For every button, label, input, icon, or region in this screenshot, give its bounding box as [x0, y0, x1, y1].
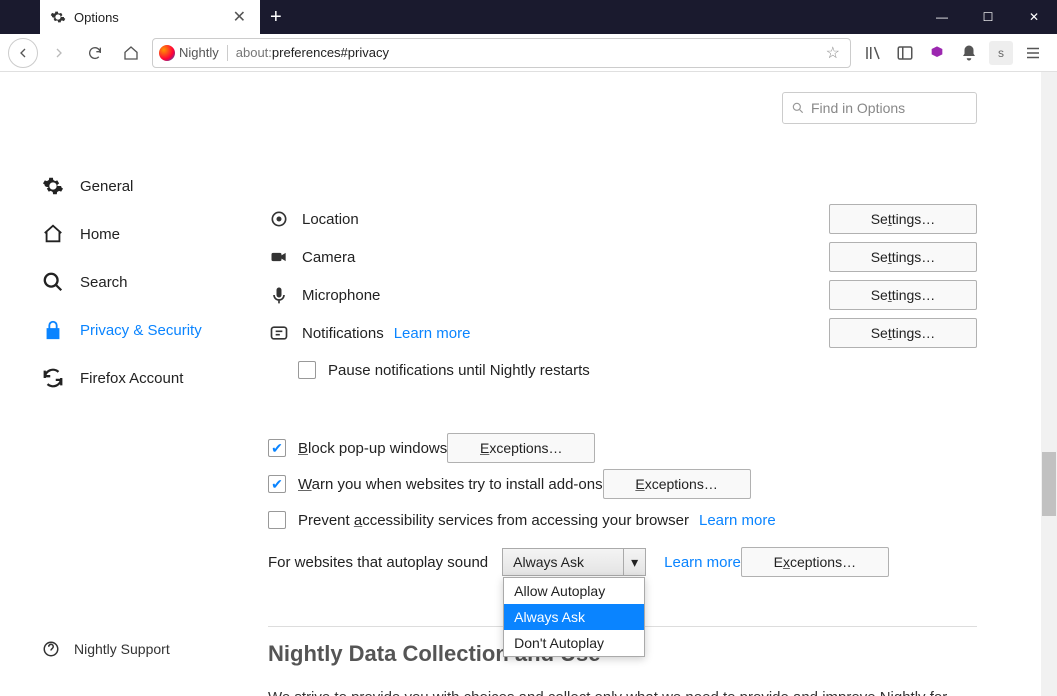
home-icon — [42, 223, 64, 245]
permission-notifications-row: Notifications Learn more Settings… — [268, 314, 977, 352]
url-text: about:preferences#privacy — [236, 45, 822, 60]
notifications-learn-more-link[interactable]: Learn more — [394, 325, 471, 342]
sidebar-item-home[interactable]: Home — [42, 210, 250, 258]
location-icon — [268, 208, 290, 230]
search-placeholder: Find in Options — [811, 100, 905, 116]
permission-label: Camera — [302, 249, 829, 266]
permission-camera-row: Camera Settings… — [268, 238, 977, 276]
gear-icon — [50, 9, 66, 25]
microphone-icon — [268, 284, 290, 306]
autoplay-dropdown[interactable]: Always Ask ▾ Allow Autoplay Always Ask D… — [502, 548, 646, 576]
checkbox-label: Warn you when websites try to install ad… — [298, 476, 603, 493]
dropdown-option-dont[interactable]: Don't Autoplay — [504, 630, 644, 656]
block-popups-row: ✔ Block pop-up windows Exceptions… — [268, 430, 977, 466]
checkbox-label: Pause notifications until Nightly restar… — [328, 362, 590, 379]
permission-label: Location — [302, 211, 829, 228]
camera-icon — [268, 246, 290, 268]
pause-notifications-checkbox[interactable] — [298, 361, 316, 379]
dropdown-option-allow[interactable]: Allow Autoplay — [504, 578, 644, 604]
url-bar[interactable]: Nightly about:preferences#privacy ☆ — [152, 38, 851, 68]
sidebar-item-search[interactable]: Search — [42, 258, 250, 306]
permission-label: Microphone — [302, 287, 829, 304]
sidebar: General Home Search Privacy & Security F… — [0, 72, 250, 696]
tab-close-button[interactable]: ✕ — [229, 7, 250, 27]
autoplay-label: For websites that autoplay sound — [268, 554, 488, 571]
sidebar-item-general[interactable]: General — [42, 162, 250, 210]
home-button[interactable] — [116, 38, 146, 68]
brand-name: Nightly — [179, 45, 219, 60]
autoplay-dropdown-menu: Allow Autoplay Always Ask Don't Autoplay — [503, 577, 645, 657]
support-label: Nightly Support — [74, 641, 170, 657]
profile-icon[interactable]: s — [989, 41, 1013, 65]
camera-settings-button[interactable]: Settings… — [829, 242, 977, 272]
bookmark-star-icon[interactable]: ☆ — [822, 43, 844, 63]
microphone-settings-button[interactable]: Settings… — [829, 280, 977, 310]
library-icon[interactable] — [861, 41, 885, 65]
notifications-icon — [268, 322, 290, 344]
sidebar-item-label: Search — [80, 274, 128, 291]
search-icon — [42, 271, 64, 293]
permission-location-row: Location Settings… — [268, 200, 977, 238]
reload-button[interactable] — [80, 38, 110, 68]
gear-icon — [42, 175, 64, 197]
dropdown-option-ask[interactable]: Always Ask — [504, 604, 644, 630]
window-controls: — ☐ ✕ — [919, 0, 1057, 34]
permission-label: Notifications — [302, 325, 384, 342]
warn-addons-checkbox[interactable]: ✔ — [268, 475, 286, 493]
notifications-settings-button[interactable]: Settings… — [829, 318, 977, 348]
addons-exceptions-button[interactable]: Exceptions… — [603, 469, 751, 499]
find-in-options[interactable]: Find in Options — [782, 92, 977, 124]
sidebar-item-privacy[interactable]: Privacy & Security — [42, 306, 250, 354]
firefox-logo-icon — [159, 45, 175, 61]
chevron-down-icon: ▾ — [623, 549, 645, 575]
cube-icon[interactable] — [925, 41, 949, 65]
autoplay-exceptions-button[interactable]: Exceptions… — [741, 547, 889, 577]
menu-button[interactable] — [1021, 41, 1045, 65]
sidebar-item-label: Firefox Account — [80, 370, 183, 387]
browser-tab[interactable]: Options ✕ — [40, 0, 260, 34]
autoplay-row: For websites that autoplay sound Always … — [268, 544, 977, 580]
scrollbar[interactable] — [1041, 72, 1057, 696]
sync-icon — [42, 367, 64, 389]
bell-icon[interactable] — [957, 41, 981, 65]
sidebar-item-account[interactable]: Firefox Account — [42, 354, 250, 402]
sidebar-icon[interactable] — [893, 41, 917, 65]
pause-notifications-row: Pause notifications until Nightly restar… — [268, 352, 977, 388]
back-button[interactable] — [8, 38, 38, 68]
titlebar: Options ✕ + — ☐ ✕ — [0, 0, 1057, 34]
nightly-support-link[interactable]: Nightly Support — [42, 640, 170, 658]
warn-addons-row: ✔ Warn you when websites try to install … — [268, 466, 977, 502]
block-popups-checkbox[interactable]: ✔ — [268, 439, 286, 457]
sidebar-item-label: Privacy & Security — [80, 322, 202, 339]
lock-icon — [42, 319, 64, 341]
search-icon — [791, 101, 805, 115]
close-window-button[interactable]: ✕ — [1011, 0, 1057, 34]
forward-button[interactable] — [44, 38, 74, 68]
popups-exceptions-button[interactable]: Exceptions… — [447, 433, 595, 463]
dropdown-value: Always Ask — [503, 554, 623, 570]
toolbar: Nightly about:preferences#privacy ☆ s — [0, 34, 1057, 72]
minimize-button[interactable]: — — [919, 0, 965, 34]
help-icon — [42, 640, 60, 658]
checkbox-label: Prevent accessibility services from acce… — [298, 512, 689, 529]
prevent-a11y-checkbox[interactable] — [268, 511, 286, 529]
section-text: We strive to provide you with choices an… — [268, 687, 948, 696]
maximize-button[interactable]: ☐ — [965, 0, 1011, 34]
permission-microphone-row: Microphone Settings… — [268, 276, 977, 314]
sidebar-item-label: Home — [80, 226, 120, 243]
autoplay-learn-more-link[interactable]: Learn more — [664, 554, 741, 571]
a11y-learn-more-link[interactable]: Learn more — [699, 512, 776, 529]
checkbox-label: Block pop-up windows — [298, 440, 447, 457]
content-pane: Find in Options Location Settings… Camer… — [250, 72, 1057, 696]
tab-title: Options — [74, 10, 229, 25]
prevent-a11y-row: Prevent accessibility services from acce… — [268, 502, 977, 538]
location-settings-button[interactable]: Settings… — [829, 204, 977, 234]
new-tab-button[interactable]: + — [260, 0, 292, 35]
scrollbar-thumb[interactable] — [1042, 452, 1056, 516]
sidebar-item-label: General — [80, 178, 133, 195]
identity-box[interactable]: Nightly — [159, 45, 228, 61]
